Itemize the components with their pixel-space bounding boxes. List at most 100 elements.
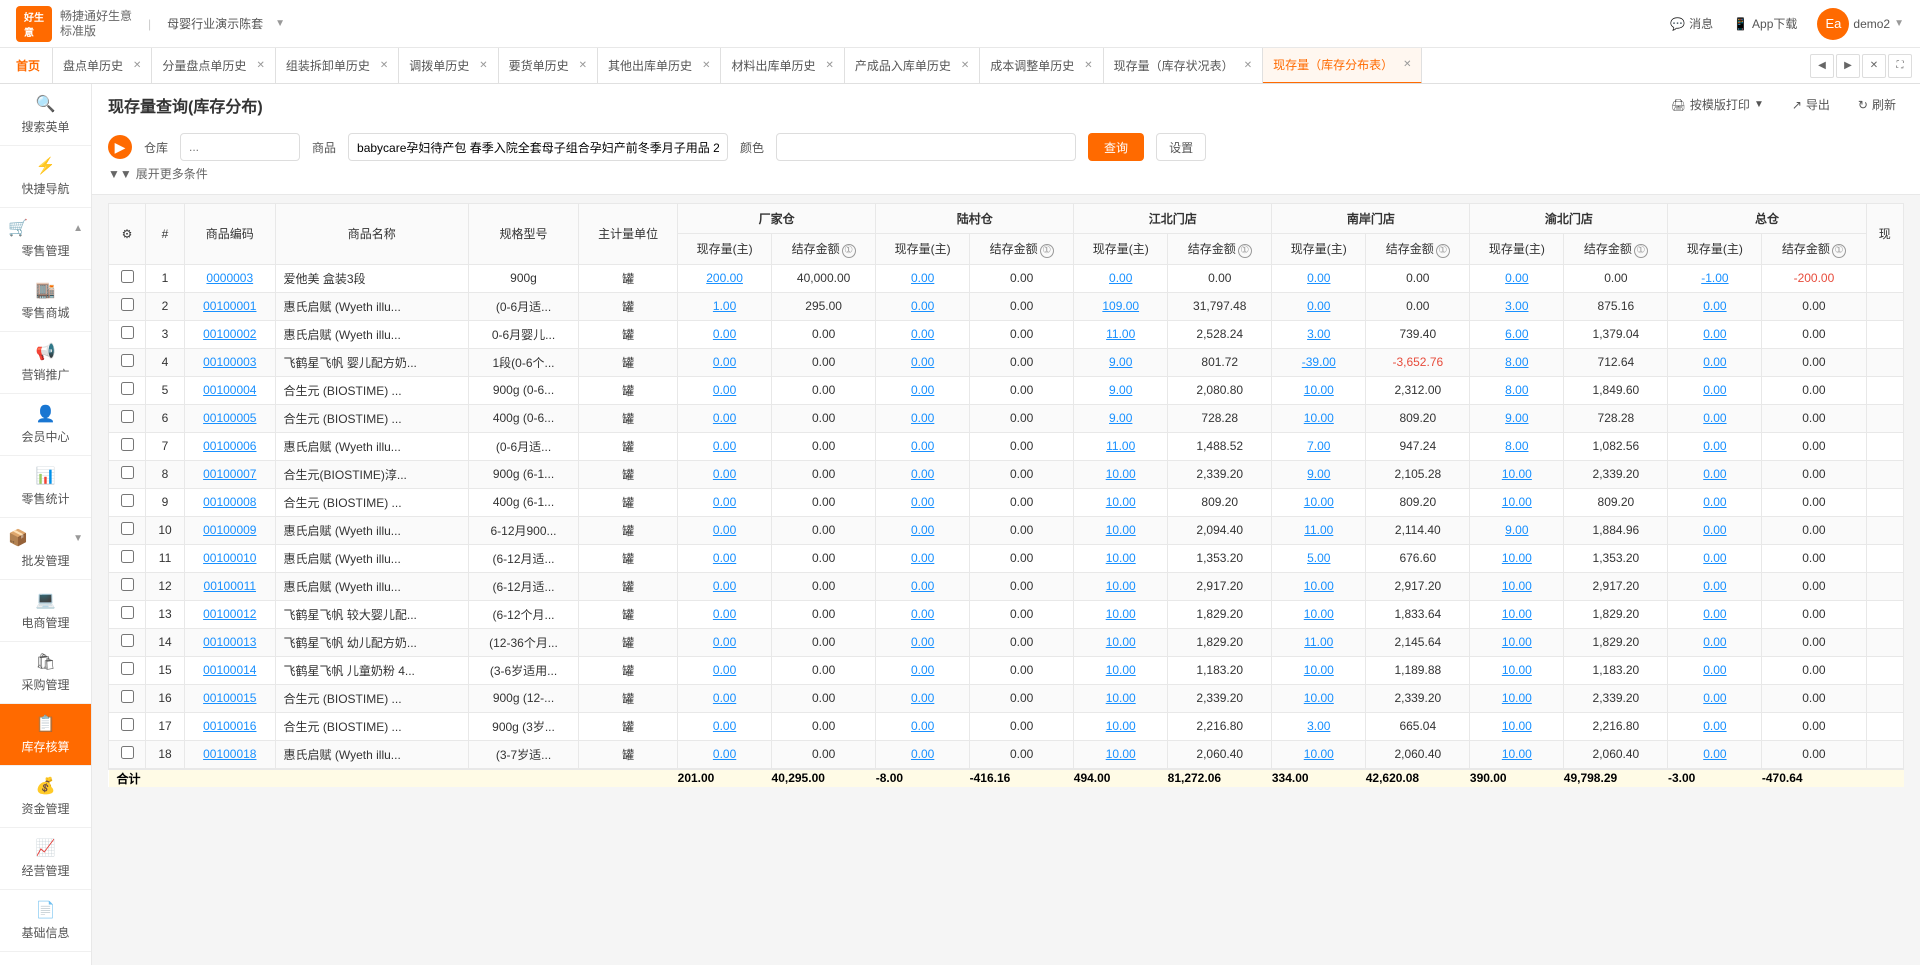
tab-close-icon[interactable]: ✕ xyxy=(1084,60,1092,71)
row-jiangbei-qty[interactable]: 10.00 xyxy=(1074,740,1168,769)
row-checkbox[interactable] xyxy=(109,572,146,600)
row-nanan-qty[interactable]: 11.00 xyxy=(1272,516,1366,544)
row-checkbox[interactable] xyxy=(109,348,146,376)
row-yubei-qty[interactable]: 8.00 xyxy=(1470,376,1564,404)
row-code[interactable]: 00100004 xyxy=(185,376,276,404)
tab-prev-btn[interactable]: ◀ xyxy=(1810,54,1834,78)
row-jiangbei-qty[interactable]: 10.00 xyxy=(1074,600,1168,628)
row-zongcang-qty[interactable]: 0.00 xyxy=(1668,292,1762,320)
row-jiangbei-qty[interactable]: 10.00 xyxy=(1074,712,1168,740)
row-jiangbei-qty[interactable]: 10.00 xyxy=(1074,656,1168,684)
row-yubei-qty[interactable]: 10.00 xyxy=(1470,600,1564,628)
tab-split-stock[interactable]: 分量盘点单历史 ✕ xyxy=(152,48,275,84)
row-code[interactable]: 00100018 xyxy=(185,740,276,769)
row-yubei-qty[interactable]: 10.00 xyxy=(1470,628,1564,656)
row-code[interactable]: 00100003 xyxy=(185,348,276,376)
row-nanan-qty[interactable]: 7.00 xyxy=(1272,432,1366,460)
row-yubei-qty[interactable]: 10.00 xyxy=(1470,572,1564,600)
sidebar-item-retail-stats[interactable]: 📊 零售统计 xyxy=(0,456,91,518)
row-yubei-qty[interactable]: 10.00 xyxy=(1470,740,1564,769)
row-zongcang-qty[interactable]: 0.00 xyxy=(1668,572,1762,600)
sidebar-item-sys[interactable]: ⚙ 系统管理 xyxy=(0,952,91,965)
row-lucun-qty[interactable]: 0.00 xyxy=(876,544,970,572)
row-checkbox[interactable] xyxy=(109,516,146,544)
row-yubei-qty[interactable]: 3.00 xyxy=(1470,292,1564,320)
row-nanan-qty[interactable]: 10.00 xyxy=(1272,740,1366,769)
tab-stock-status[interactable]: 现存量（库存状况表） ✕ xyxy=(1104,48,1263,84)
filter-toggle-btn[interactable]: ▶ xyxy=(108,135,132,159)
row-checkbox[interactable] xyxy=(109,292,146,320)
row-lucun-qty[interactable]: 0.00 xyxy=(876,656,970,684)
setting-button[interactable]: 设置 xyxy=(1156,133,1206,161)
tab-transfer[interactable]: 调拨单历史 ✕ xyxy=(399,48,498,84)
row-jiangbei-qty[interactable]: 10.00 xyxy=(1074,460,1168,488)
tab-close-icon[interactable]: ✕ xyxy=(579,60,587,71)
row-checkbox[interactable] xyxy=(109,740,146,769)
row-changjia-qty[interactable]: 200.00 xyxy=(678,264,772,292)
row-zongcang-qty[interactable]: 0.00 xyxy=(1668,516,1762,544)
row-lucun-qty[interactable]: 0.00 xyxy=(876,292,970,320)
jiangbei-info-icon[interactable]: ① xyxy=(1238,244,1252,258)
row-lucun-qty[interactable]: 0.00 xyxy=(876,432,970,460)
tab-close-icon[interactable]: ✕ xyxy=(1403,59,1411,70)
row-changjia-qty[interactable]: 0.00 xyxy=(678,320,772,348)
tab-stock-dist[interactable]: 现存量（库存分布表） ✕ xyxy=(1263,48,1422,84)
row-code[interactable]: 0000003 xyxy=(185,264,276,292)
row-jiangbei-qty[interactable]: 10.00 xyxy=(1074,488,1168,516)
row-code[interactable]: 00100008 xyxy=(185,488,276,516)
row-checkbox[interactable] xyxy=(109,544,146,572)
row-yubei-qty[interactable]: 8.00 xyxy=(1470,348,1564,376)
row-jiangbei-qty[interactable]: 10.00 xyxy=(1074,544,1168,572)
row-lucun-qty[interactable]: 0.00 xyxy=(876,516,970,544)
row-changjia-qty[interactable]: 0.00 xyxy=(678,656,772,684)
row-zongcang-qty[interactable]: 0.00 xyxy=(1668,488,1762,516)
row-nanan-qty[interactable]: 10.00 xyxy=(1272,684,1366,712)
row-lucun-qty[interactable]: 0.00 xyxy=(876,460,970,488)
color-input[interactable] xyxy=(776,133,1076,161)
row-checkbox[interactable] xyxy=(109,488,146,516)
tab-mat-out[interactable]: 材料出库单历史 ✕ xyxy=(721,48,844,84)
row-yubei-qty[interactable]: 0.00 xyxy=(1470,264,1564,292)
row-lucun-qty[interactable]: 0.00 xyxy=(876,404,970,432)
row-changjia-qty[interactable]: 0.00 xyxy=(678,572,772,600)
row-nanan-qty[interactable]: 3.00 xyxy=(1272,320,1366,348)
product-input[interactable] xyxy=(348,133,728,161)
tab-other-out[interactable]: 其他出库单历史 ✕ xyxy=(598,48,721,84)
tab-cost-adj[interactable]: 成本调整单历史 ✕ xyxy=(980,48,1103,84)
row-code[interactable]: 00100002 xyxy=(185,320,276,348)
row-nanan-qty[interactable]: 3.00 xyxy=(1272,712,1366,740)
row-jiangbei-qty[interactable]: 10.00 xyxy=(1074,684,1168,712)
row-zongcang-qty[interactable]: -1.00 xyxy=(1668,264,1762,292)
sidebar-item-purchase[interactable]: 🛍 采购管理 xyxy=(0,642,91,704)
row-nanan-qty[interactable]: 9.00 xyxy=(1272,460,1366,488)
row-nanan-qty[interactable]: 10.00 xyxy=(1272,488,1366,516)
row-nanan-qty[interactable]: 0.00 xyxy=(1272,264,1366,292)
row-yubei-qty[interactable]: 6.00 xyxy=(1470,320,1564,348)
row-lucun-qty[interactable]: 0.00 xyxy=(876,684,970,712)
tab-home[interactable]: 首页 xyxy=(4,48,53,84)
row-jiangbei-qty[interactable]: 0.00 xyxy=(1074,264,1168,292)
row-checkbox[interactable] xyxy=(109,600,146,628)
row-jiangbei-qty[interactable]: 9.00 xyxy=(1074,404,1168,432)
print-btn[interactable]: 🖨 按模版打印 ▼ xyxy=(1663,92,1772,117)
export-btn[interactable]: ↗ 导出 xyxy=(1784,92,1838,117)
sidebar-item-ecomm[interactable]: 💻 电商管理 xyxy=(0,580,91,642)
nanan-info-icon[interactable]: ① xyxy=(1436,244,1450,258)
row-changjia-qty[interactable]: 0.00 xyxy=(678,516,772,544)
row-checkbox[interactable] xyxy=(109,684,146,712)
row-code[interactable]: 00100014 xyxy=(185,656,276,684)
row-jiangbei-qty[interactable]: 11.00 xyxy=(1074,320,1168,348)
row-nanan-qty[interactable]: 10.00 xyxy=(1272,404,1366,432)
row-jiangbei-qty[interactable]: 109.00 xyxy=(1074,292,1168,320)
row-changjia-qty[interactable]: 0.00 xyxy=(678,600,772,628)
row-zongcang-qty[interactable]: 0.00 xyxy=(1668,376,1762,404)
row-lucun-qty[interactable]: 0.00 xyxy=(876,600,970,628)
industry-dropdown-icon[interactable]: ▼ xyxy=(275,18,285,29)
row-lucun-qty[interactable]: 0.00 xyxy=(876,740,970,769)
row-nanan-qty[interactable]: 10.00 xyxy=(1272,572,1366,600)
row-zongcang-qty[interactable]: 0.00 xyxy=(1668,544,1762,572)
row-changjia-qty[interactable]: 0.00 xyxy=(678,544,772,572)
row-zongcang-qty[interactable]: 0.00 xyxy=(1668,600,1762,628)
tab-close-icon[interactable]: ✕ xyxy=(961,60,969,71)
sidebar-item-quicknav[interactable]: ⚡ 快捷导航 xyxy=(0,146,91,208)
